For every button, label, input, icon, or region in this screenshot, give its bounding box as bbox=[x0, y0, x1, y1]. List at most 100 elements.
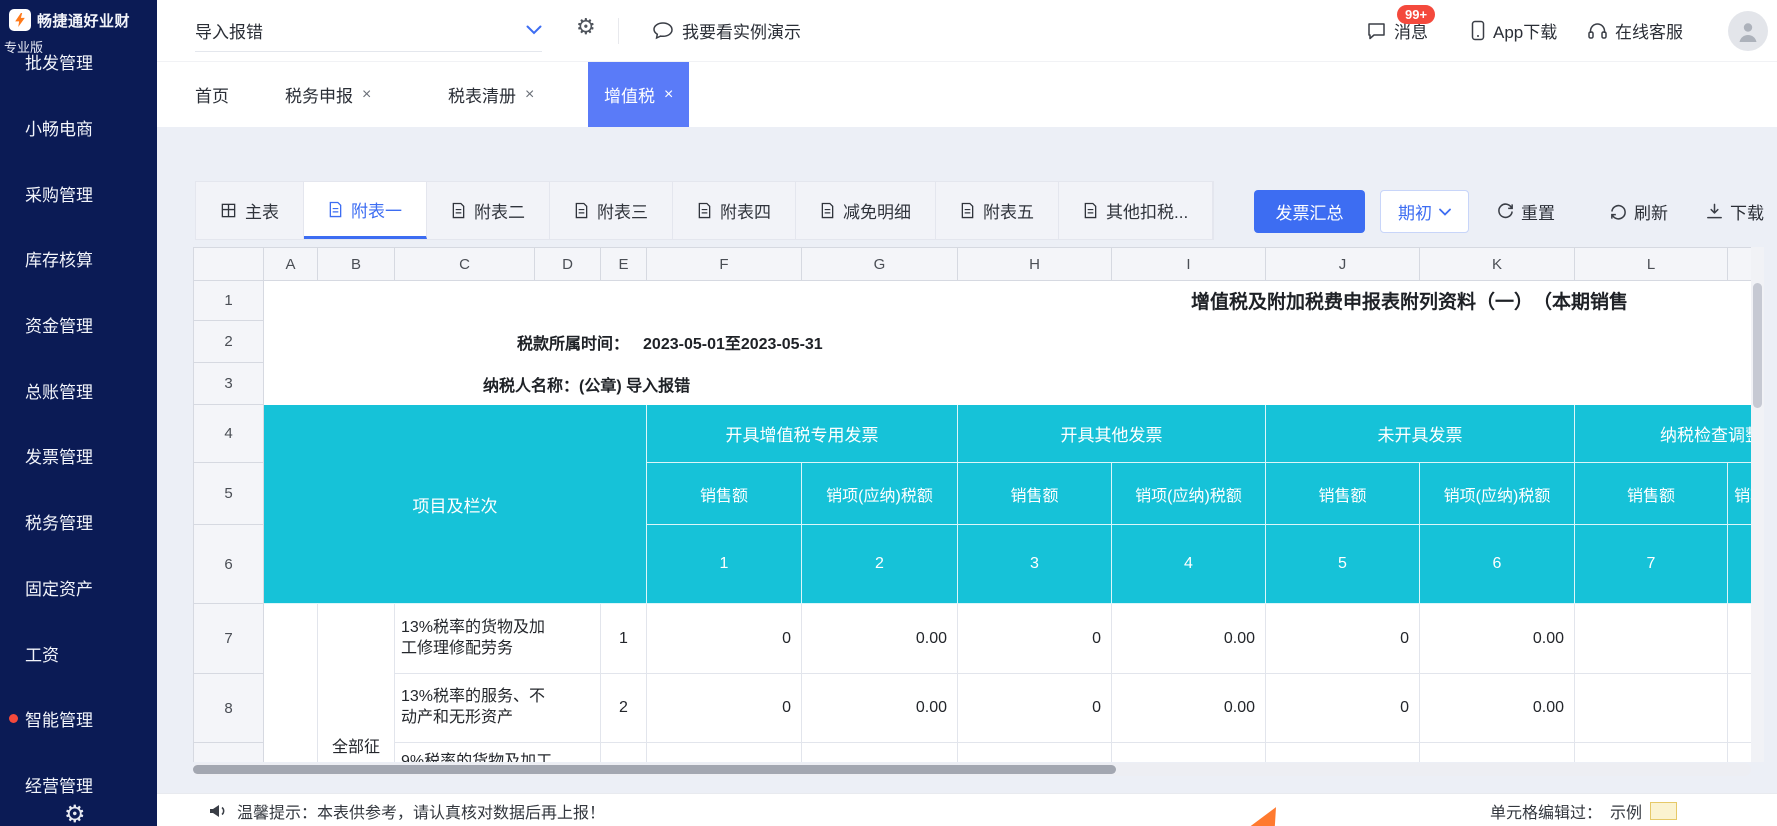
grid-cell[interactable] bbox=[958, 743, 1112, 762]
grid-cell[interactable] bbox=[1112, 743, 1266, 762]
row-header-5[interactable]: 5 bbox=[194, 463, 264, 525]
sidebar-item-general-ledger[interactable]: 总账管理 bbox=[0, 357, 157, 423]
column-header-C[interactable]: C bbox=[395, 248, 535, 281]
sidebar-item-tax[interactable]: 税务管理 bbox=[0, 489, 157, 555]
grid-cell[interactable] bbox=[1266, 743, 1420, 762]
cell-item-name[interactable]: 9%税率的货物及加工修理修配劳务 bbox=[395, 743, 601, 762]
sheet-tab-appendix-3[interactable]: 附表三 bbox=[550, 182, 673, 239]
header-output-tax[interactable]: 销项(应纳)税额 bbox=[1112, 463, 1266, 525]
grid-cell[interactable] bbox=[1728, 604, 1751, 674]
header-col-number-2[interactable]: 2 bbox=[802, 525, 958, 604]
cell-category-group[interactable]: 全部征 bbox=[318, 604, 395, 762]
row-header-2[interactable]: 2 bbox=[194, 321, 264, 363]
tab-vat[interactable]: 增值税 × bbox=[588, 62, 690, 127]
download-button[interactable]: 下载 bbox=[1705, 190, 1764, 233]
header-sales[interactable]: 销售额 bbox=[958, 463, 1112, 525]
cell-item-name[interactable]: 13%税率的服务、不动产和无形资产 bbox=[395, 674, 601, 743]
sidebar-item-payroll[interactable]: 工资 bbox=[0, 620, 157, 686]
row-header-6[interactable]: 6 bbox=[194, 525, 264, 604]
gear-icon[interactable]: ⚙ bbox=[576, 16, 596, 38]
column-header-J[interactable]: J bbox=[1266, 248, 1420, 281]
sidebar-item-ecommerce[interactable]: 小畅电商 bbox=[0, 95, 157, 161]
sheet-tab-appendix-4[interactable]: 附表四 bbox=[673, 182, 796, 239]
row-header-1[interactable]: 1 bbox=[194, 281, 264, 321]
cell-taxpayer[interactable]: 纳税人名称：(公章) 导入报错 bbox=[264, 363, 1751, 405]
grid-cell[interactable]: 0 bbox=[958, 674, 1112, 743]
cell-line-number[interactable]: 2 bbox=[601, 674, 647, 743]
header-output-tax[interactable]: 销项(应纳)税额 bbox=[1420, 463, 1575, 525]
sidebar-item-fixed-assets[interactable]: 固定资产 bbox=[0, 555, 157, 621]
grid-cell[interactable]: 0.00 bbox=[1112, 604, 1266, 674]
sheet-tab-relief-detail[interactable]: 减免明细 bbox=[796, 182, 936, 239]
v-scroll-thumb[interactable] bbox=[1753, 283, 1762, 408]
header-group-other-invoice[interactable]: 开具其他发票 bbox=[958, 405, 1266, 463]
sheet-tab-appendix-1[interactable]: 附表一 bbox=[304, 182, 427, 239]
close-icon[interactable]: × bbox=[525, 86, 534, 103]
row-header-8[interactable]: 8 bbox=[194, 674, 264, 743]
grid-cell[interactable] bbox=[264, 604, 318, 762]
sidebar-item-invoice[interactable]: 发票管理 bbox=[0, 423, 157, 489]
column-header-B[interactable]: B bbox=[318, 248, 395, 281]
header-sales[interactable]: 销售额 bbox=[1266, 463, 1420, 525]
grid-cell[interactable]: 0.00 bbox=[1420, 674, 1575, 743]
sidebar-item-purchase[interactable]: 采购管理 bbox=[0, 160, 157, 226]
sheet-corner-cell[interactable] bbox=[194, 248, 264, 281]
header-sales[interactable]: 销售额 bbox=[1575, 463, 1728, 525]
column-header-E[interactable]: E bbox=[601, 248, 647, 281]
header-group-no-invoice[interactable]: 未开具发票 bbox=[1266, 405, 1575, 463]
grid-cell[interactable]: 0 bbox=[1266, 674, 1420, 743]
import-report-select[interactable]: 导入报错 bbox=[195, 9, 542, 52]
sheet-tab-main[interactable]: 主表 bbox=[196, 182, 304, 239]
header-group-special-invoice[interactable]: 开具增值税专用发票 bbox=[647, 405, 958, 463]
floating-assistant-icon[interactable] bbox=[1247, 806, 1283, 826]
sheet-tab-other-deduction[interactable]: 其他扣税... bbox=[1059, 182, 1214, 239]
grid-cell[interactable]: 0 bbox=[1266, 604, 1420, 674]
grid-cell[interactable]: 0.00 bbox=[1420, 604, 1575, 674]
sidebar-gear-icon[interactable]: ⚙ bbox=[64, 800, 86, 826]
sidebar-item-wholesale[interactable]: 批发管理 bbox=[0, 29, 157, 95]
column-header-F[interactable]: F bbox=[647, 248, 802, 281]
header-col-number-3[interactable]: 3 bbox=[958, 525, 1112, 604]
row-header-7[interactable]: 7 bbox=[194, 604, 264, 674]
grid-cell[interactable] bbox=[1728, 674, 1751, 743]
row-header-4[interactable]: 4 bbox=[194, 405, 264, 463]
grid-cell[interactable]: 0 bbox=[647, 674, 802, 743]
sheet-tab-appendix-5[interactable]: 附表五 bbox=[936, 182, 1059, 239]
row-header-3[interactable]: 3 bbox=[194, 363, 264, 405]
user-avatar[interactable] bbox=[1728, 11, 1768, 51]
sidebar-item-inventory[interactable]: 库存核算 bbox=[0, 226, 157, 292]
reset-button[interactable]: 重置 bbox=[1496, 190, 1555, 233]
close-icon[interactable]: × bbox=[362, 86, 371, 103]
header-item-column[interactable]: 项目及栏次 bbox=[264, 405, 647, 604]
cell-tax-period[interactable]: 税款所属时间： 2023-05-01至2023-05-31 bbox=[264, 321, 1751, 363]
header-output-tax[interactable]: 销项(应纳)税额 bbox=[1728, 463, 1751, 525]
invoice-summary-button[interactable]: 发票汇总 bbox=[1254, 190, 1365, 233]
grid-cell[interactable]: 0.00 bbox=[802, 674, 958, 743]
grid-cell[interactable] bbox=[1728, 743, 1751, 762]
tab-tax-register[interactable]: 税表清册 × bbox=[448, 62, 534, 127]
demo-link[interactable]: 我要看实例演示 bbox=[652, 0, 801, 61]
column-header-L[interactable]: L bbox=[1575, 248, 1728, 281]
cell-line-number[interactable] bbox=[601, 743, 647, 762]
cell-line-number[interactable]: 1 bbox=[601, 604, 647, 674]
cell-report-title[interactable]: 增值税及附加税费申报表附列资料（一） （本期销售 bbox=[264, 281, 1751, 321]
h-scroll-thumb[interactable] bbox=[193, 765, 1116, 774]
grid-cell[interactable]: 0.00 bbox=[1112, 674, 1266, 743]
grid-cell[interactable]: 0 bbox=[647, 604, 802, 674]
sidebar-item-funds[interactable]: 资金管理 bbox=[0, 292, 157, 358]
tab-home[interactable]: 首页 bbox=[195, 62, 229, 127]
header-col-number-5[interactable]: 5 bbox=[1266, 525, 1420, 604]
header-col-number-4[interactable]: 4 bbox=[1112, 525, 1266, 604]
header-col-number-6[interactable]: 6 bbox=[1420, 525, 1575, 604]
header-sales[interactable]: 销售额 bbox=[647, 463, 802, 525]
column-header-K[interactable]: K bbox=[1420, 248, 1575, 281]
grid-cell[interactable] bbox=[1575, 674, 1728, 743]
opening-balance-button[interactable]: 期初 bbox=[1380, 190, 1469, 233]
grid-cell[interactable] bbox=[802, 743, 958, 762]
column-header-A[interactable]: A bbox=[264, 248, 318, 281]
header-group-tax-inspection[interactable]: 纳税检查调整 bbox=[1575, 405, 1751, 463]
sidebar-item-smart-mgmt[interactable]: 智能管理 bbox=[0, 686, 157, 752]
column-header-H[interactable]: H bbox=[958, 248, 1112, 281]
header-output-tax[interactable]: 销项(应纳)税额 bbox=[802, 463, 958, 525]
sheet-tab-appendix-2[interactable]: 附表二 bbox=[427, 182, 550, 239]
